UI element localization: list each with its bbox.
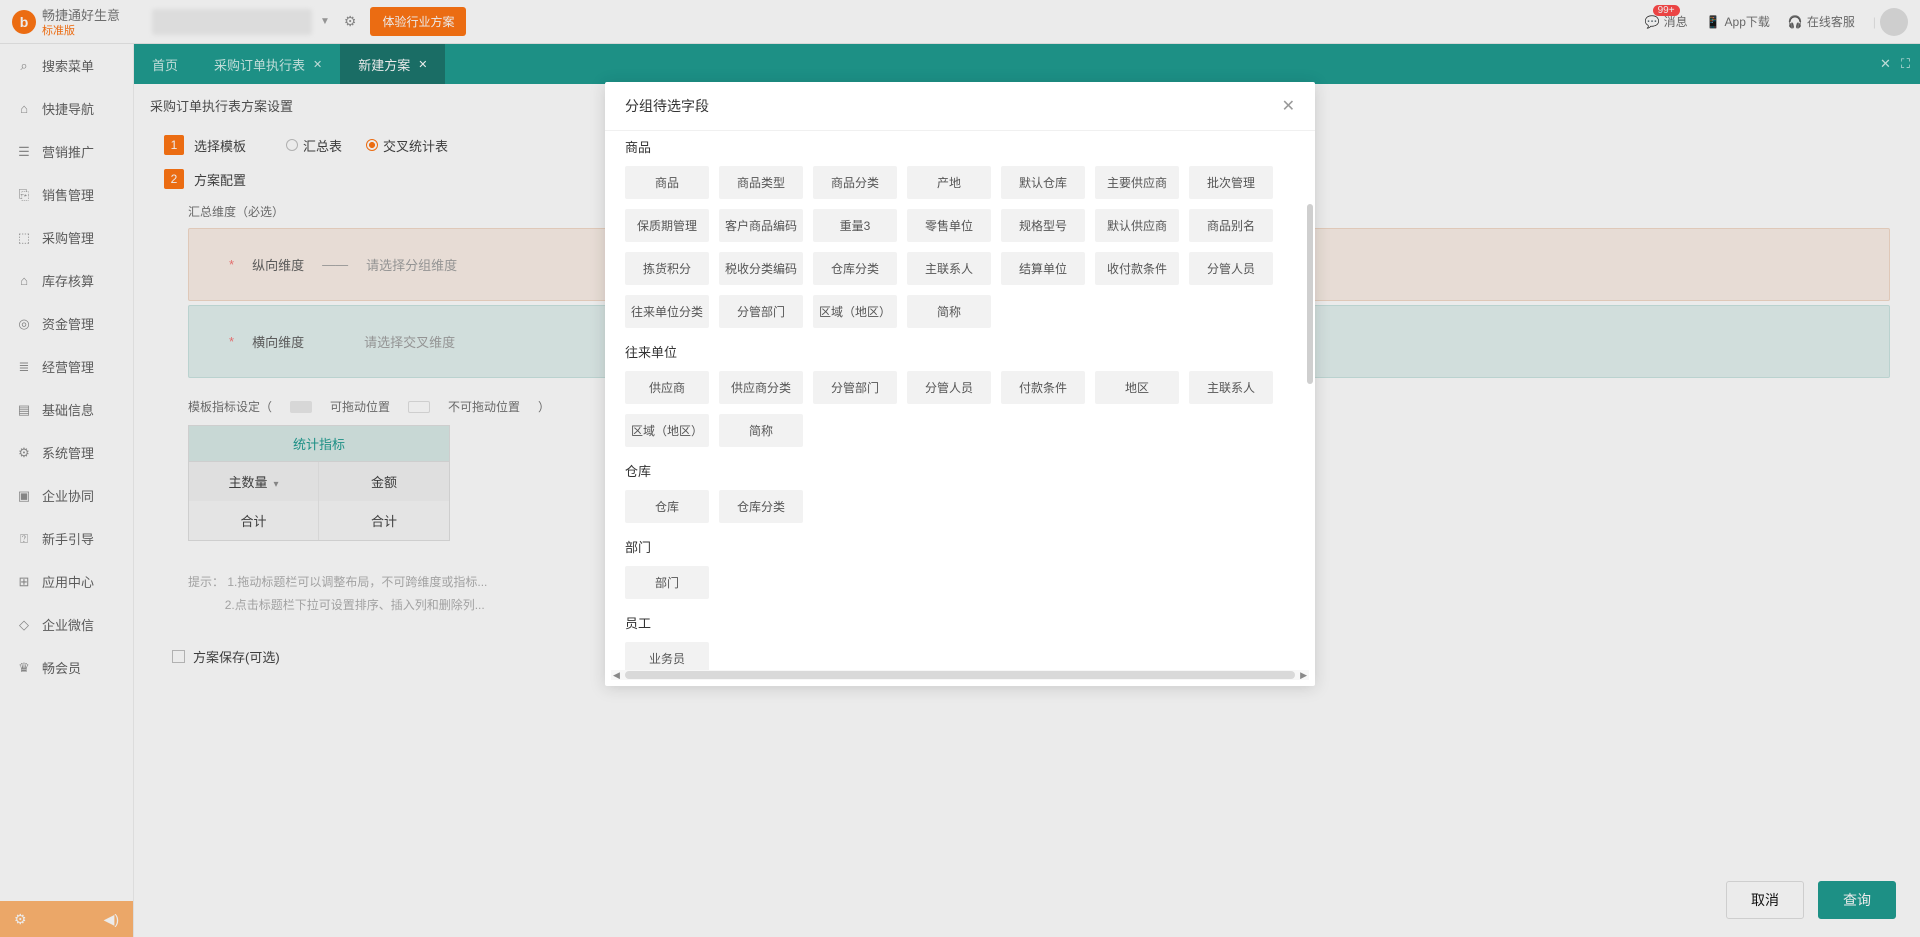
field-chip[interactable]: 分管部门: [719, 295, 803, 328]
field-chip[interactable]: 拣货积分: [625, 252, 709, 285]
field-chip[interactable]: 零售单位: [907, 209, 991, 242]
field-chip[interactable]: 简称: [907, 295, 991, 328]
field-group-title: 往来单位: [625, 342, 1295, 361]
modal-title: 分组待选字段: [625, 96, 709, 116]
field-group-title: 仓库: [625, 461, 1295, 480]
close-icon[interactable]: ✕: [1282, 96, 1295, 116]
field-chip[interactable]: 分管人员: [907, 371, 991, 404]
field-chip[interactable]: 供应商: [625, 371, 709, 404]
field-chip[interactable]: 主要供应商: [1095, 166, 1179, 199]
field-chip[interactable]: 供应商分类: [719, 371, 803, 404]
field-chip[interactable]: 客户商品编码: [719, 209, 803, 242]
field-group-title: 商品: [625, 137, 1295, 156]
field-group: 商品商品商品类型商品分类产地默认仓库主要供应商批次管理保质期管理客户商品编码重量…: [625, 137, 1295, 328]
modal-body[interactable]: 商品商品商品类型商品分类产地默认仓库主要供应商批次管理保质期管理客户商品编码重量…: [605, 130, 1315, 670]
field-chip[interactable]: 结算单位: [1001, 252, 1085, 285]
field-chip[interactable]: 主联系人: [1189, 371, 1273, 404]
vertical-scrollbar-thumb[interactable]: [1307, 204, 1313, 384]
field-chip[interactable]: 商品类型: [719, 166, 803, 199]
field-chip[interactable]: 分管部门: [813, 371, 897, 404]
field-chip[interactable]: 默认供应商: [1095, 209, 1179, 242]
field-chip[interactable]: 简称: [719, 414, 803, 447]
field-chip[interactable]: 部门: [625, 566, 709, 599]
field-chip[interactable]: 规格型号: [1001, 209, 1085, 242]
field-chip[interactable]: 收付款条件: [1095, 252, 1179, 285]
field-chip[interactable]: 商品别名: [1189, 209, 1273, 242]
field-chip[interactable]: 批次管理: [1189, 166, 1273, 199]
field-chip[interactable]: 区域（地区）: [813, 295, 897, 328]
scroll-right-icon[interactable]: ▶: [1300, 670, 1307, 681]
chips-row: 仓库仓库分类: [625, 490, 1295, 523]
horizontal-scrollbar[interactable]: ◀ ▶: [611, 670, 1309, 680]
chips-row: 部门: [625, 566, 1295, 599]
field-chip[interactable]: 仓库分类: [719, 490, 803, 523]
field-chip[interactable]: 重量3: [813, 209, 897, 242]
field-chip[interactable]: 商品: [625, 166, 709, 199]
chips-row: 业务员: [625, 642, 1295, 670]
field-chip[interactable]: 地区: [1095, 371, 1179, 404]
horizontal-scrollbar-thumb[interactable]: [625, 671, 1295, 679]
field-group: 往来单位供应商供应商分类分管部门分管人员付款条件地区主联系人区域（地区） 简称: [625, 342, 1295, 447]
field-chip[interactable]: 保质期管理: [625, 209, 709, 242]
field-chip[interactable]: 业务员: [625, 642, 709, 670]
field-chip[interactable]: 默认仓库: [1001, 166, 1085, 199]
chips-row: 供应商供应商分类分管部门分管人员付款条件地区主联系人区域（地区） 简称: [625, 371, 1295, 447]
field-group: 员工业务员: [625, 613, 1295, 670]
field-chip[interactable]: 仓库分类: [813, 252, 897, 285]
field-group-title: 员工: [625, 613, 1295, 632]
modal-mask: 分组待选字段 ✕ 商品商品商品类型商品分类产地默认仓库主要供应商批次管理保质期管…: [0, 0, 1920, 937]
field-chip[interactable]: 分管人员: [1189, 252, 1273, 285]
field-group-title: 部门: [625, 537, 1295, 556]
chips-row: 商品商品类型商品分类产地默认仓库主要供应商批次管理保质期管理客户商品编码重量3 零…: [625, 166, 1295, 328]
field-chip[interactable]: 商品分类: [813, 166, 897, 199]
field-group: 仓库仓库仓库分类: [625, 461, 1295, 523]
field-chip[interactable]: 往来单位分类: [625, 295, 709, 328]
modal-header: 分组待选字段 ✕: [605, 82, 1315, 130]
field-chip[interactable]: 税收分类编码: [719, 252, 803, 285]
field-chip[interactable]: 区域（地区）: [625, 414, 709, 447]
field-chip[interactable]: 付款条件: [1001, 371, 1085, 404]
field-chip[interactable]: 产地: [907, 166, 991, 199]
field-chip[interactable]: 主联系人: [907, 252, 991, 285]
field-group: 部门部门: [625, 537, 1295, 599]
scroll-left-icon[interactable]: ◀: [613, 670, 620, 681]
field-chip[interactable]: 仓库: [625, 490, 709, 523]
field-picker-modal: 分组待选字段 ✕ 商品商品商品类型商品分类产地默认仓库主要供应商批次管理保质期管…: [605, 82, 1315, 686]
